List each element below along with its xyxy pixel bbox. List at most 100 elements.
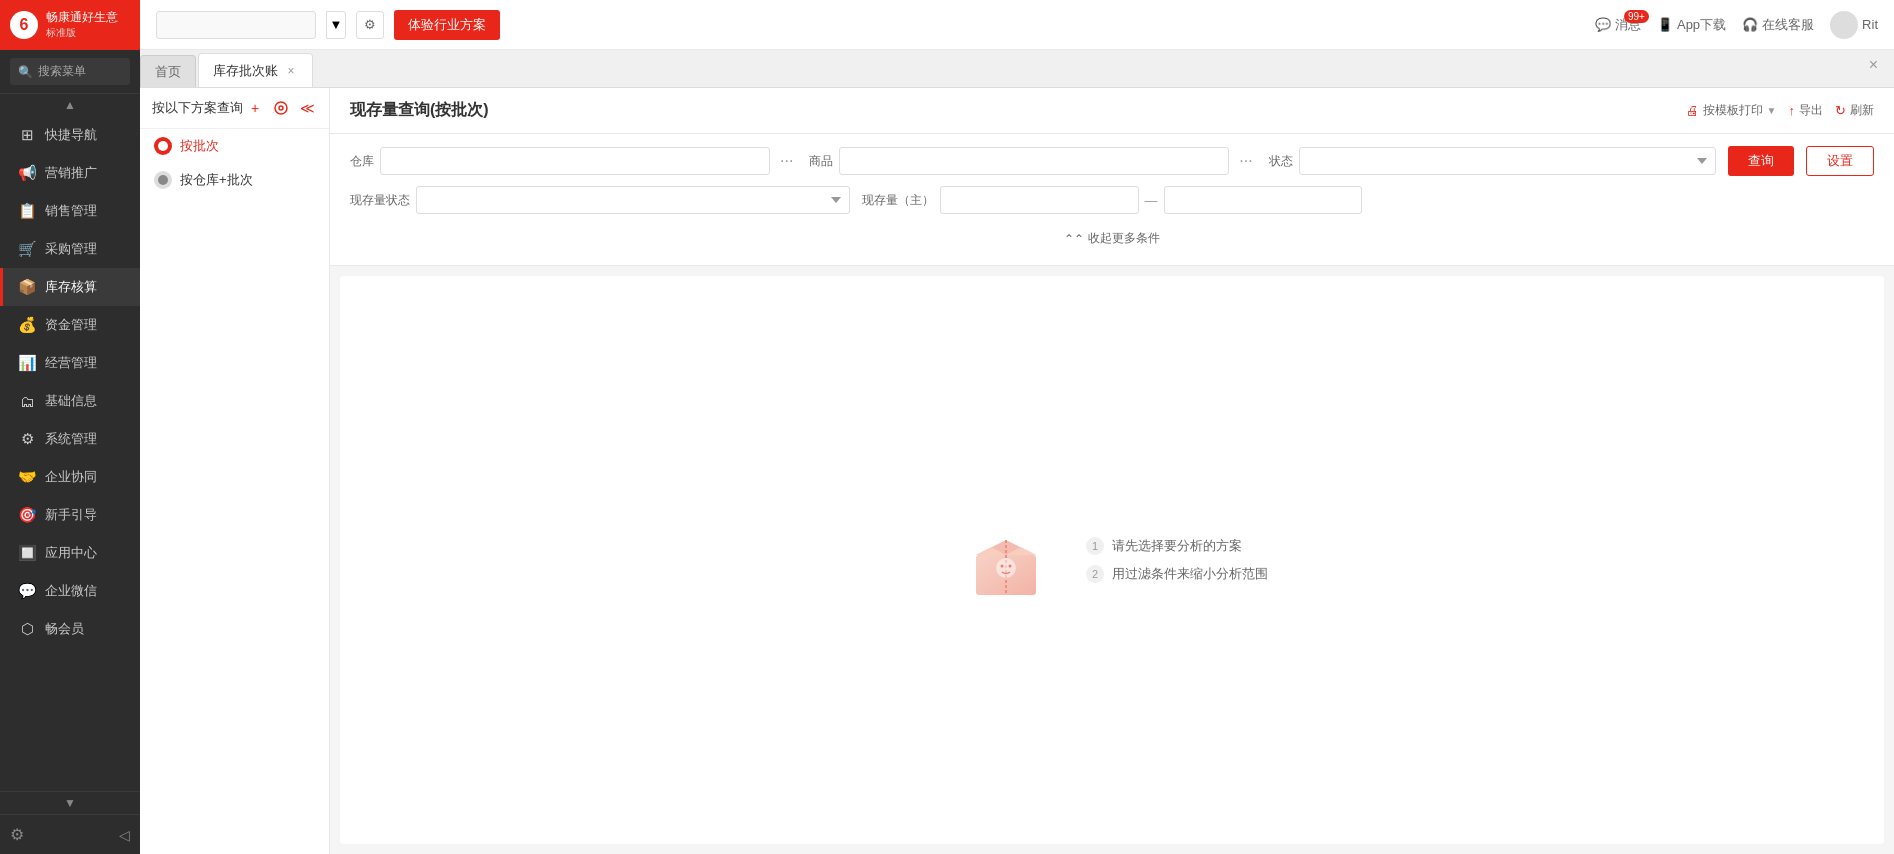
sidebar-item-apps[interactable]: 🔲 应用中心	[0, 534, 140, 572]
export-icon: ↑	[1789, 103, 1796, 118]
search-icon: 🔍	[18, 65, 33, 79]
tab-home[interactable]: 首页	[140, 55, 196, 87]
sidebar-footer: ⚙ ◁	[0, 814, 140, 854]
tip-text-1: 请先选择要分析的方案	[1112, 537, 1242, 555]
add-scheme-btn[interactable]: +	[245, 98, 265, 118]
sidebar-item-newbie[interactable]: 🎯 新手引导	[0, 496, 140, 534]
sidebar-item-member[interactable]: ⬡ 畅会员	[0, 610, 140, 648]
basic-icon: 🗂	[17, 393, 37, 410]
tab-inventory-batch[interactable]: 库存批次账 ×	[198, 53, 313, 87]
product-input[interactable]	[839, 147, 1229, 175]
tab-bar: 首页 库存批次账 × ×	[140, 50, 1894, 88]
sidebar-item-basic[interactable]: 🗂 基础信息	[0, 382, 140, 420]
left-panel-actions: + ≪	[245, 98, 317, 118]
app-info: 畅康通好生意 标准版	[46, 10, 118, 40]
tip-num-1: 1	[1086, 537, 1104, 555]
sidebar-item-quick-nav[interactable]: ⊞ 快捷导航	[0, 116, 140, 154]
system-icon: ⚙	[17, 430, 37, 448]
sidebar-item-system[interactable]: ⚙ 系统管理	[0, 420, 140, 458]
sidebar-item-finance[interactable]: 💰 资金管理	[0, 306, 140, 344]
tab-close-btn[interactable]: ×	[284, 64, 298, 78]
svg-point-11	[1009, 565, 1012, 568]
topbar-gear-btn[interactable]: ⚙	[356, 11, 384, 39]
settings-scheme-btn[interactable]	[271, 98, 291, 118]
purchase-icon: 🛒	[17, 240, 37, 258]
setting-btn[interactable]: 设置	[1806, 146, 1874, 176]
sidebar-item-label: 畅会员	[45, 620, 84, 638]
svg-point-2	[158, 141, 168, 151]
sidebar-item-operation[interactable]: 📊 经营管理	[0, 344, 140, 382]
message-icon: 💬	[1595, 17, 1611, 32]
topbar-dropdown-btn[interactable]: ▼	[326, 11, 346, 39]
inventory-status-label: 现存量状态	[350, 192, 410, 209]
user-avatar	[1830, 11, 1858, 39]
sidebar-item-label: 企业协同	[45, 468, 97, 486]
apps-icon: 🔲	[17, 544, 37, 562]
messages-btn[interactable]: 💬 消息 99+	[1595, 16, 1641, 34]
scheme-batch-label: 按批次	[180, 137, 219, 155]
company-name: 畅康通好生意	[46, 10, 118, 26]
print-icon: 🖨	[1686, 103, 1699, 118]
inventory-amount-range: —	[940, 186, 1362, 214]
warehouse-dots[interactable]: ···	[776, 152, 797, 170]
phone-icon: 📱	[1657, 17, 1673, 32]
experience-btn[interactable]: 体验行业方案	[394, 10, 500, 40]
edition-label: 标准版	[46, 26, 118, 40]
page-header: 现存量查询(按批次) 🖨 按模板打印 ▼ ↑ 导出 ↻ 刷新	[330, 88, 1894, 134]
refresh-btn[interactable]: ↻ 刷新	[1835, 102, 1874, 119]
refresh-icon: ↻	[1835, 103, 1846, 118]
sidebar-item-label: 采购管理	[45, 240, 97, 258]
scheme-warehouse-batch-label: 按仓库+批次	[180, 171, 253, 189]
sidebar-collapse-icon[interactable]: ◁	[119, 827, 130, 843]
sidebar-header: 6 畅康通好生意 标准版	[0, 0, 140, 50]
inventory-status-select[interactable]: 有库存 无库存 全部	[416, 186, 850, 214]
sidebar-item-label: 销售管理	[45, 202, 97, 220]
scheme-batch-item[interactable]: 按批次	[140, 129, 329, 163]
scheme-warehouse-batch-item[interactable]: 按仓库+批次	[140, 163, 329, 197]
warehouse-input[interactable]	[380, 147, 770, 175]
sidebar-item-label: 快捷导航	[45, 126, 97, 144]
sidebar-search-area[interactable]: 🔍 搜索菜单	[0, 50, 140, 94]
sidebar-scroll-down[interactable]: ▼	[0, 794, 140, 812]
status-select[interactable]: 正常 停用	[1299, 147, 1716, 175]
empty-tip-1: 1 请先选择要分析的方案	[1086, 537, 1268, 555]
export-btn[interactable]: ↑ 导出	[1789, 102, 1824, 119]
inventory-amount-to[interactable]	[1164, 186, 1363, 214]
svg-point-1	[279, 106, 283, 110]
sidebar-item-sales[interactable]: 📋 销售管理	[0, 192, 140, 230]
filter-row-1: 仓库 ··· 商品 ··· 状态 正	[350, 146, 1874, 176]
warehouse-filter: 仓库 ···	[350, 147, 797, 175]
query-btn[interactable]: 查询	[1728, 146, 1794, 176]
sidebar-settings-icon[interactable]: ⚙	[10, 825, 24, 844]
newbie-icon: 🎯	[17, 506, 37, 524]
messages-badge: 99+	[1624, 10, 1649, 23]
wechat-icon: 💬	[17, 582, 37, 600]
tab-inventory-batch-label: 库存批次账	[213, 62, 278, 80]
sidebar-item-marketing[interactable]: 📢 营销推广	[0, 154, 140, 192]
tip-text-2: 用过滤条件来缩小分析范围	[1112, 565, 1268, 583]
sidebar-item-label: 经营管理	[45, 354, 97, 372]
sidebar-item-enterprise[interactable]: 🤝 企业协同	[0, 458, 140, 496]
sidebar-item-purchase[interactable]: 🛒 采购管理	[0, 230, 140, 268]
product-dots[interactable]: ···	[1235, 152, 1256, 170]
sidebar-item-label: 营销推广	[45, 164, 97, 182]
collapse-panel-btn[interactable]: ≪	[297, 98, 317, 118]
topbar-search-input[interactable]	[156, 11, 316, 39]
sidebar-item-inventory[interactable]: 📦 库存核算	[0, 268, 140, 306]
svg-point-9	[996, 558, 1016, 578]
sidebar-item-wechat[interactable]: 💬 企业微信	[0, 572, 140, 610]
product-label: 商品	[809, 153, 833, 170]
user-avatar-btn[interactable]: Rit	[1830, 11, 1878, 39]
search-menu-button[interactable]: 🔍 搜索菜单	[10, 58, 130, 85]
inventory-amount-from[interactable]	[940, 186, 1139, 214]
tab-bar-close-btn[interactable]: ×	[1869, 56, 1878, 74]
sidebar-item-label: 资金管理	[45, 316, 97, 334]
online-service-btn[interactable]: 🎧 在线客服	[1742, 16, 1814, 34]
collapse-more-btn[interactable]: ⌃⌃ 收起更多条件	[350, 224, 1874, 253]
app-download-btn[interactable]: 📱 App下载	[1657, 16, 1726, 34]
sidebar-scroll-up[interactable]: ▲	[0, 96, 140, 114]
sidebar-item-label: 企业微信	[45, 582, 97, 600]
main-area: ▼ ⚙ 体验行业方案 💬 消息 99+ 📱 App下载 🎧 在线客服 Rit	[140, 0, 1894, 854]
print-template-btn[interactable]: 🖨 按模板打印 ▼	[1686, 102, 1777, 119]
left-panel-title: 按以下方案查询	[152, 99, 243, 117]
